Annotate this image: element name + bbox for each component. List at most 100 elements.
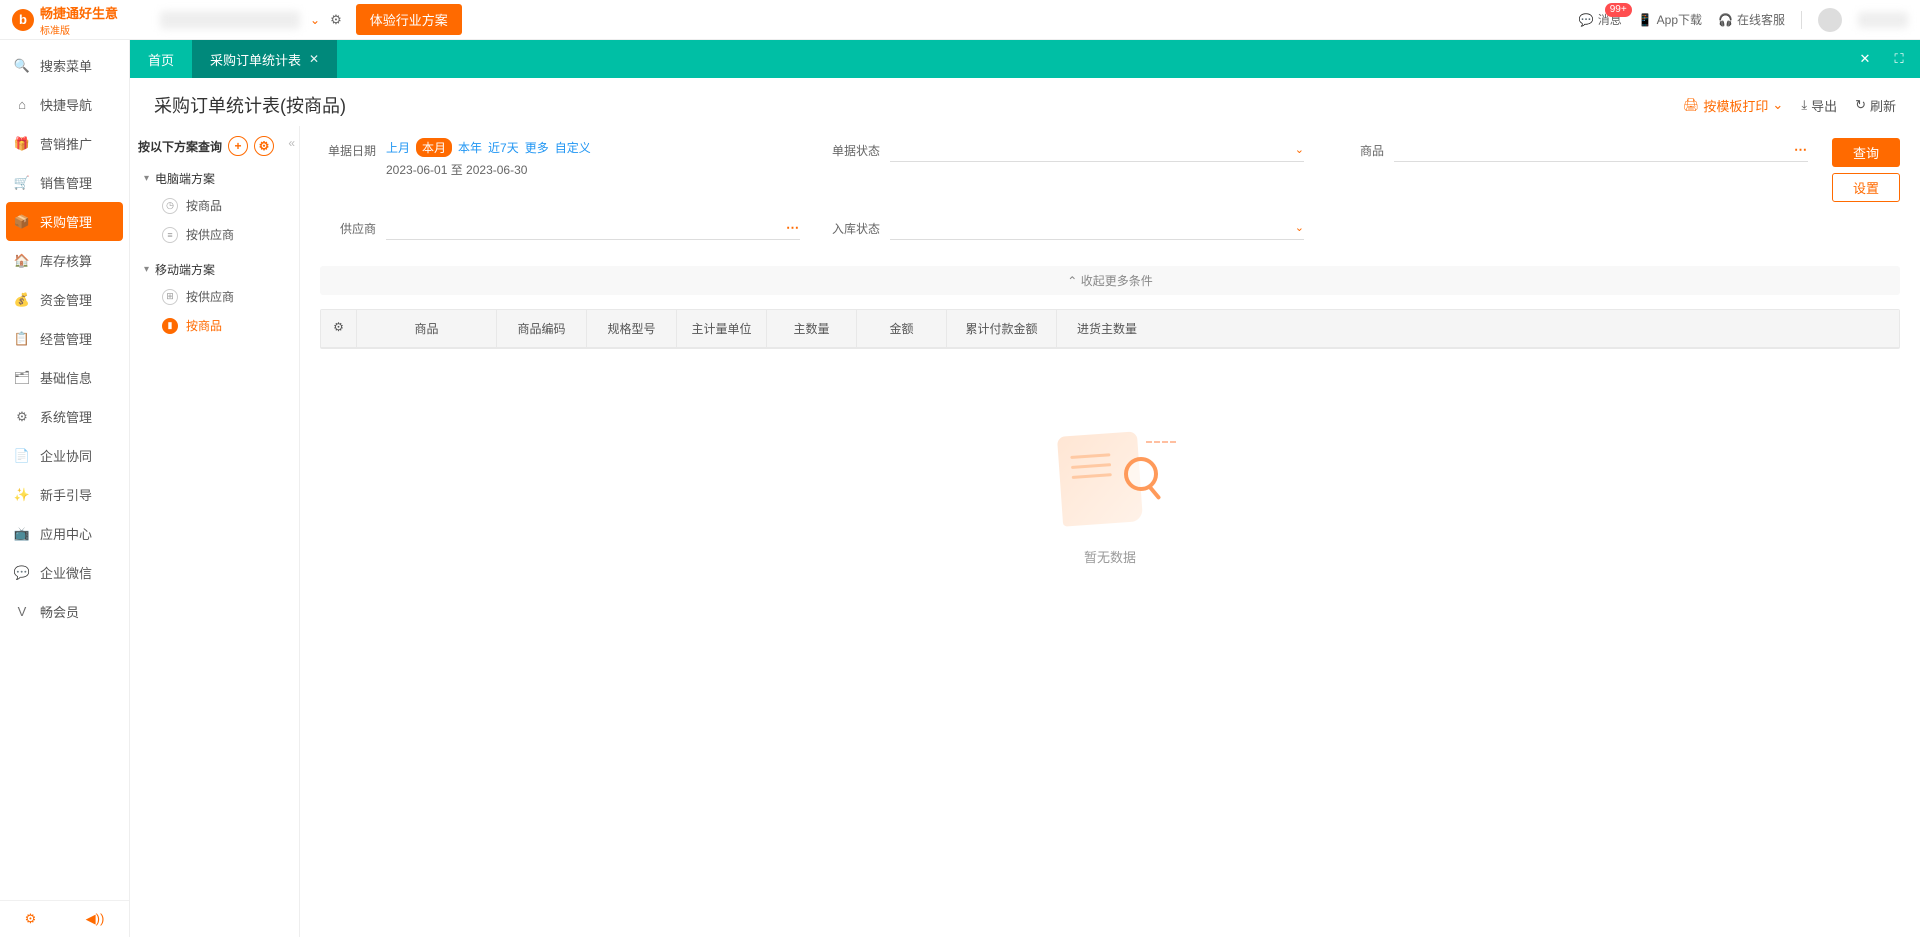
- scheme-item[interactable]: ≡按供应商: [138, 220, 291, 249]
- table-column-header[interactable]: 主计量单位: [677, 310, 767, 347]
- scheme-item[interactable]: ▮按商品: [138, 311, 291, 340]
- scheme-item[interactable]: ◷按商品: [138, 191, 291, 220]
- sidebar-item-search[interactable]: 🔍搜索菜单: [0, 46, 129, 85]
- refresh-button[interactable]: ↻ 刷新: [1855, 96, 1896, 115]
- export-button[interactable]: ⤓ 导出: [1801, 96, 1837, 115]
- table-column-header[interactable]: 金额: [857, 310, 947, 347]
- print-template-button[interactable]: 🖨 按模板打印 ⌄: [1683, 96, 1783, 115]
- chevron-down-icon: ⌄: [310, 13, 320, 27]
- sidebar-item-system[interactable]: ⚙系统管理: [0, 397, 129, 436]
- sidebar-item-member[interactable]: V畅会员: [0, 592, 129, 631]
- product-select[interactable]: ⋯: [1394, 138, 1808, 162]
- page-head: 采购订单统计表(按商品) 🖨 按模板打印 ⌄ ⤓ 导出 ↻ 刷新: [130, 78, 1920, 126]
- supplier-select[interactable]: ⋯: [386, 216, 800, 240]
- scheme-icon: ▮: [162, 318, 178, 334]
- scheme-settings-button[interactable]: ⚙: [254, 136, 274, 156]
- biz-icon: 📋: [14, 331, 30, 347]
- scheme-icon: ⊞: [162, 289, 178, 305]
- table-column-header[interactable]: 规格型号: [587, 310, 677, 347]
- inventory-icon: 🏠: [14, 253, 30, 269]
- empty-text: 暂无数据: [1084, 547, 1136, 566]
- app-download-button[interactable]: 📱 App下载: [1638, 11, 1702, 28]
- sidebar-item-apps[interactable]: 📺应用中心: [0, 514, 129, 553]
- avatar[interactable]: [1818, 8, 1842, 32]
- date-option[interactable]: 上月: [386, 139, 410, 156]
- logo[interactable]: b 畅捷通好生意 标准版: [12, 3, 142, 37]
- date-option[interactable]: 更多: [525, 139, 549, 156]
- brand-name: 畅捷通好生意: [40, 3, 118, 22]
- guide-icon: ✨: [14, 487, 30, 503]
- sidebar-item-marketing[interactable]: 🎁营销推广: [0, 124, 129, 163]
- sidebar-item-biz[interactable]: 📋经营管理: [0, 319, 129, 358]
- tab[interactable]: 首页: [130, 40, 192, 78]
- promo-button[interactable]: 体验行业方案: [356, 4, 462, 35]
- tree-group[interactable]: ▾移动端方案: [138, 257, 291, 282]
- date-option[interactable]: 自定义: [555, 139, 591, 156]
- wechat-icon: 💬: [14, 565, 30, 581]
- scheme-icon: ◷: [162, 198, 178, 214]
- divider: [1801, 11, 1802, 29]
- online-service-button[interactable]: 🎧 在线客服: [1718, 11, 1785, 28]
- collapse-filters-button[interactable]: ⌃ 收起更多条件: [320, 266, 1900, 295]
- chevron-down-icon: ▾: [144, 173, 149, 184]
- filter-stock-status: 入库状态 ⌄: [824, 216, 1304, 240]
- sales-icon: 🛒: [14, 175, 30, 191]
- date-option[interactable]: 近7天: [488, 139, 519, 156]
- date-option[interactable]: 本年: [458, 139, 482, 156]
- scheme-item[interactable]: ⊞按供应商: [138, 282, 291, 311]
- chevron-down-icon: ⌄: [1295, 143, 1304, 156]
- sidebar-item-guide[interactable]: ✨新手引导: [0, 475, 129, 514]
- table-column-header[interactable]: 进货主数量: [1057, 310, 1157, 347]
- close-all-tabs-icon[interactable]: ✕: [1852, 46, 1878, 72]
- tree-group[interactable]: ▾电脑端方案: [138, 166, 291, 191]
- messages-badge: 99+: [1605, 3, 1632, 17]
- add-scheme-button[interactable]: +: [228, 136, 248, 156]
- org-selector[interactable]: ⌄: [160, 11, 320, 29]
- sidebar-item-finance[interactable]: 💰资金管理: [0, 280, 129, 319]
- apps-icon: 📺: [14, 526, 30, 542]
- collapse-panel-icon[interactable]: «: [288, 136, 295, 150]
- table-column-header[interactable]: 商品: [357, 310, 497, 347]
- tabs: 首页采购订单统计表✕ ✕ ⛶: [130, 40, 1920, 78]
- filter-heading: 按以下方案查询: [138, 138, 222, 155]
- empty-state: 暂无数据: [320, 349, 1900, 626]
- sidebar-item-wechat[interactable]: 💬企业微信: [0, 553, 129, 592]
- query-button[interactable]: 查询: [1832, 138, 1900, 167]
- header-right: 💬 消息 99+ 📱 App下载 🎧 在线客服: [1579, 8, 1908, 32]
- ent-icon: 📄: [14, 448, 30, 464]
- sidebar-item-sales[interactable]: 🛒销售管理: [0, 163, 129, 202]
- messages-button[interactable]: 💬 消息 99+: [1579, 11, 1622, 28]
- sidebar-item-quicknav[interactable]: ⌂快捷导航: [0, 85, 129, 124]
- table-column-header[interactable]: 主数量: [767, 310, 857, 347]
- username-redacted: [1858, 12, 1908, 28]
- search-icon: 🔍: [14, 58, 30, 74]
- org-name-redacted: [160, 11, 300, 29]
- settings-icon[interactable]: ⚙: [25, 911, 37, 927]
- close-icon[interactable]: ✕: [309, 52, 319, 66]
- purchase-icon: 📦: [14, 214, 30, 230]
- sidebar: 🔍搜索菜单⌂快捷导航🎁营销推广🛒销售管理📦采购管理🏠库存核算💰资金管理📋经营管理…: [0, 40, 130, 937]
- sidebar-item-basic[interactable]: 🗂基础信息: [0, 358, 129, 397]
- headset-icon: 🎧: [1718, 13, 1733, 27]
- chevron-down-icon: ⌄: [1772, 97, 1783, 113]
- tab[interactable]: 采购订单统计表✕: [192, 40, 337, 78]
- chevron-down-icon: ▾: [144, 264, 149, 275]
- table-column-header[interactable]: 累计付款金额: [947, 310, 1057, 347]
- gear-icon[interactable]: ⚙: [330, 12, 342, 28]
- date-option[interactable]: 本月: [416, 138, 452, 157]
- filter-scheme-panel: 按以下方案查询 + ⚙ « ▾电脑端方案◷按商品≡按供应商 ▾移动端方案⊞按供应商…: [130, 126, 300, 937]
- fullscreen-icon[interactable]: ⛶: [1886, 46, 1912, 72]
- sidebar-item-ent[interactable]: 📄企业协同: [0, 436, 129, 475]
- collapse-sidebar-icon[interactable]: ◀)): [86, 911, 105, 927]
- filter-settings-button[interactable]: 设置: [1832, 173, 1900, 202]
- marketing-icon: 🎁: [14, 136, 30, 152]
- table-settings-icon[interactable]: ⚙: [321, 310, 357, 347]
- basic-icon: 🗂: [14, 370, 30, 386]
- sidebar-item-inventory[interactable]: 🏠库存核算: [0, 241, 129, 280]
- chevron-up-icon: ⌃: [1067, 274, 1077, 288]
- doc-status-select[interactable]: ⌄: [890, 138, 1304, 162]
- sidebar-item-purchase[interactable]: 📦采购管理: [6, 202, 123, 241]
- logo-icon: b: [12, 9, 34, 31]
- stock-status-select[interactable]: ⌄: [890, 216, 1304, 240]
- table-column-header[interactable]: 商品编码: [497, 310, 587, 347]
